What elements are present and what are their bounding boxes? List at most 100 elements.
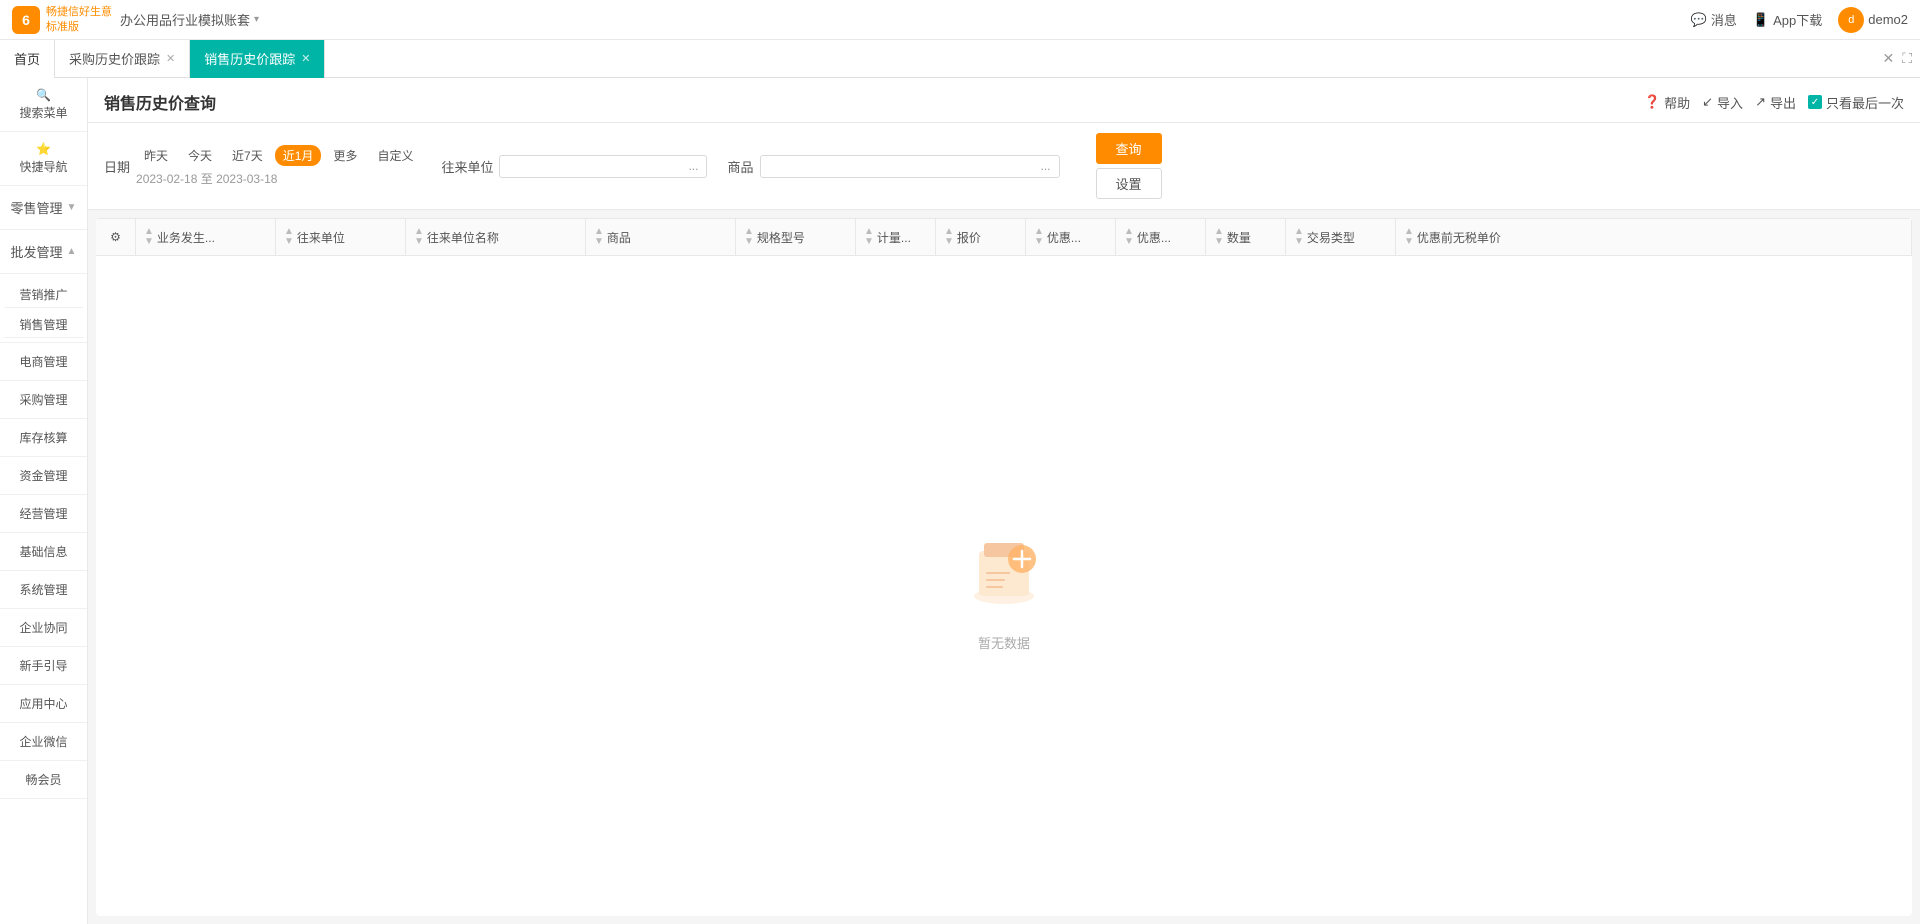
sidebar-item-enterprise-wechat[interactable]: 企业微信 <box>0 723 87 761</box>
tab-home[interactable]: 首页 <box>0 40 55 78</box>
help-button[interactable]: ❓ 帮助 <box>1644 93 1690 112</box>
sidebar-item-member[interactable]: 畅会员 <box>0 761 87 799</box>
sort-quote-icon: ▲▼ <box>944 227 954 247</box>
logo-icon: 6 <box>12 6 40 34</box>
tab-maximize-icon[interactable]: ⛶ <box>1902 50 1912 67</box>
th-discount1[interactable]: ▲▼ 优惠... <box>1026 219 1116 255</box>
sort-unit-name-icon: ▲▼ <box>414 227 424 247</box>
th-unit-name[interactable]: ▲▼ 往来单位名称 <box>406 219 586 255</box>
th-goods[interactable]: ▲▼ 商品 <box>586 219 736 255</box>
sidebar-item-sys-mgmt[interactable]: 系统管理 <box>0 571 87 609</box>
export-button[interactable]: ↗ 导出 <box>1755 93 1796 112</box>
sidebar-item-basic-info[interactable]: 基础信息 <box>0 533 87 571</box>
th-settings[interactable]: ⚙ <box>96 219 136 255</box>
logo-text: 畅捷信好生意 标准版 <box>46 5 112 34</box>
query-button[interactable]: 查询 <box>1096 133 1162 164</box>
tab-close-all-icon[interactable]: ✕ <box>1882 50 1894 67</box>
th-trade-type[interactable]: ▲▼ 交易类型 <box>1286 219 1396 255</box>
wholesale-expand-icon: ▲ <box>67 246 77 257</box>
main-layout: 🔍 搜索菜单 ⭐ 快捷导航 零售管理 ▼ 批发管理 ▲ 营销推广 销售管理 电商… <box>0 78 1920 924</box>
empty-text: 暂无数据 <box>978 633 1030 652</box>
date-range-display: 2023-02-18 至 2023-03-18 <box>136 170 421 187</box>
dropdown-arrow-icon: ▾ <box>254 14 259 25</box>
empty-illustration <box>954 521 1054 621</box>
source-unit-picker-icon[interactable]: ... <box>688 159 698 173</box>
sort-discount2-icon: ▲▼ <box>1124 227 1134 247</box>
table-body-empty: 暂无数据 <box>96 256 1912 916</box>
app-download-icon: 📱 <box>1753 12 1769 28</box>
tab-close-purchase[interactable]: ✕ <box>166 52 175 65</box>
sidebar-item-sales-mgmt[interactable]: 销售管理 <box>4 308 83 338</box>
th-notax-price[interactable]: ▲▼ 优惠前无税单价 <box>1396 219 1912 255</box>
logo-area: 6 畅捷信好生意 标准版 <box>12 5 112 34</box>
source-unit-input[interactable]: ... <box>499 155 707 178</box>
user-menu[interactable]: d demo2 <box>1838 7 1908 33</box>
th-discount2[interactable]: ▲▼ 优惠... <box>1116 219 1206 255</box>
sidebar-item-inventory[interactable]: 库存核算 <box>0 419 87 457</box>
avatar: d <box>1838 7 1864 33</box>
date-btn-1month[interactable]: 近1月 <box>275 145 322 166</box>
filter-row: 日期 昨天 今天 近7天 近1月 更多 自定义 2023-02-18 至 202… <box>104 133 1904 199</box>
th-spec[interactable]: ▲▼ 规格型号 <box>736 219 856 255</box>
th-unit-id[interactable]: ▲▼ 往来单位 <box>276 219 406 255</box>
date-filter: 日期 昨天 今天 近7天 近1月 更多 自定义 2023-02-18 至 202… <box>104 145 421 187</box>
tab-bar: 首页 采购历史价跟踪 ✕ 销售历史价跟踪 ✕ ✕ ⛶ <box>0 40 1920 78</box>
page-header: 销售历史价查询 ❓ 帮助 ↙ 导入 ↗ 导出 ✓ 只看最后一次 <box>88 78 1920 123</box>
th-measure[interactable]: ▲▼ 计量... <box>856 219 936 255</box>
th-qty[interactable]: ▲▼ 数量 <box>1206 219 1286 255</box>
sidebar-item-purchase-mgmt[interactable]: 采购管理 <box>0 381 87 419</box>
date-btn-custom[interactable]: 自定义 <box>369 145 421 166</box>
app-switcher[interactable]: 办公用品行业模拟账套 ▾ <box>120 10 259 29</box>
date-btn-7days[interactable]: 近7天 <box>224 145 271 166</box>
sidebar-item-marketing[interactable]: 营销推广 <box>4 278 83 308</box>
goods-input[interactable]: ... <box>760 155 1060 178</box>
top-bar-left: 6 畅捷信好生意 标准版 办公用品行业模拟账套 ▾ <box>12 5 259 34</box>
sidebar-item-wholesale-mgmt[interactable]: 批发管理 ▲ <box>0 230 87 274</box>
help-icon: ❓ <box>1644 94 1660 110</box>
table-header: ⚙ ▲▼ 业务发生... ▲▼ 往来单位 ▲▼ 往来单位名称 ▲▼ 商品 <box>96 218 1912 256</box>
filter-bar: 日期 昨天 今天 近7天 近1月 更多 自定义 2023-02-18 至 202… <box>88 123 1920 210</box>
sidebar-item-quick-nav[interactable]: ⭐ 快捷导航 <box>0 132 87 186</box>
sidebar-item-retail-mgmt[interactable]: 零售管理 ▼ <box>0 186 87 230</box>
date-btn-more[interactable]: 更多 <box>325 145 365 166</box>
sidebar-item-ecom-mgmt[interactable]: 电商管理 <box>0 343 87 381</box>
message-icon: 💬 <box>1691 12 1707 28</box>
date-btn-yesterday[interactable]: 昨天 <box>136 145 176 166</box>
goods-filter: 商品 ... <box>727 155 1059 178</box>
sidebar-item-enterprise-collab[interactable]: 企业协同 <box>0 609 87 647</box>
setting-button[interactable]: 设置 <box>1096 168 1162 199</box>
tab-actions: ✕ ⛶ <box>1882 50 1920 67</box>
app-download-button[interactable]: 📱 App下载 <box>1753 10 1822 29</box>
message-button[interactable]: 💬 消息 <box>1691 10 1737 29</box>
sort-spec-icon: ▲▼ <box>744 227 754 247</box>
sort-measure-icon: ▲▼ <box>864 227 874 247</box>
sidebar-item-newbie-guide[interactable]: 新手引导 <box>0 647 87 685</box>
source-unit-filter: 往来单位 ... <box>441 155 707 178</box>
retail-expand-icon: ▼ <box>67 202 77 213</box>
sidebar-item-search-menu[interactable]: 🔍 搜索菜单 <box>0 78 87 132</box>
page-actions: ❓ 帮助 ↙ 导入 ↗ 导出 ✓ 只看最后一次 <box>1644 93 1904 112</box>
tab-close-sales[interactable]: ✕ <box>301 52 310 65</box>
table-area: ⚙ ▲▼ 业务发生... ▲▼ 往来单位 ▲▼ 往来单位名称 ▲▼ 商品 <box>96 218 1912 916</box>
sidebar-item-app-center[interactable]: 应用中心 <box>0 685 87 723</box>
sidebar: 🔍 搜索菜单 ⭐ 快捷导航 零售管理 ▼ 批发管理 ▲ 营销推广 销售管理 电商… <box>0 78 88 924</box>
th-quote[interactable]: ▲▼ 报价 <box>936 219 1026 255</box>
date-btn-today[interactable]: 今天 <box>180 145 220 166</box>
content-area: 销售历史价查询 ❓ 帮助 ↙ 导入 ↗ 导出 ✓ 只看最后一次 <box>88 78 1920 924</box>
tab-sales-history[interactable]: 销售历史价跟踪 ✕ <box>190 40 325 78</box>
goods-picker-icon[interactable]: ... <box>1040 159 1050 173</box>
search-menu-icon: 🔍 <box>36 88 51 102</box>
sort-qty-icon: ▲▼ <box>1214 227 1224 247</box>
sidebar-item-ops-mgmt[interactable]: 经营管理 <box>0 495 87 533</box>
import-button[interactable]: ↙ 导入 <box>1702 93 1743 112</box>
th-date[interactable]: ▲▼ 业务发生... <box>136 219 276 255</box>
tab-purchase-history[interactable]: 采购历史价跟踪 ✕ <box>55 40 190 78</box>
sort-date-icon: ▲▼ <box>144 227 154 247</box>
goods-text-input[interactable] <box>769 159 1037 174</box>
only-last-checkbox[interactable]: ✓ 只看最后一次 <box>1808 93 1904 112</box>
sort-discount1-icon: ▲▼ <box>1034 227 1044 247</box>
sidebar-item-finance-mgmt[interactable]: 资金管理 <box>0 457 87 495</box>
source-unit-text-input[interactable] <box>508 159 684 174</box>
sort-trade-icon: ▲▼ <box>1294 227 1304 247</box>
sort-goods-icon: ▲▼ <box>594 227 604 247</box>
